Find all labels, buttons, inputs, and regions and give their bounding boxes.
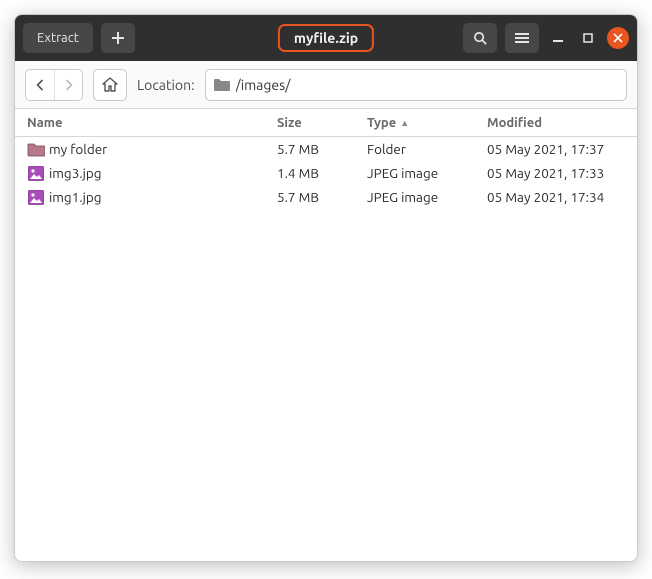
- file-size: 5.7 MB: [277, 141, 367, 157]
- file-size: 1.4 MB: [277, 165, 367, 181]
- close-button[interactable]: [607, 27, 629, 49]
- minimize-button[interactable]: [547, 27, 569, 49]
- column-header-modified[interactable]: Modified: [487, 116, 625, 130]
- sort-asc-icon: ▲: [400, 118, 409, 128]
- location-label: Location:: [137, 77, 195, 93]
- extract-button[interactable]: Extract: [23, 23, 93, 53]
- folder-icon: [27, 141, 45, 157]
- forward-button[interactable]: [54, 70, 82, 100]
- file-type: JPEG image: [367, 189, 487, 205]
- column-header-name[interactable]: Name: [27, 116, 277, 130]
- column-headers: Name Size Type ▲ Modified: [15, 109, 637, 137]
- file-modified: 05 May 2021, 17:34: [487, 189, 625, 205]
- maximize-button[interactable]: [577, 27, 599, 49]
- nav-group: [25, 69, 83, 101]
- home-icon: [102, 77, 118, 92]
- file-size: 5.7 MB: [277, 189, 367, 205]
- back-button[interactable]: [26, 70, 54, 100]
- window-title: myfile.zip: [278, 24, 374, 52]
- file-name: img3.jpg: [49, 165, 102, 181]
- table-row[interactable]: img1.jpg 5.7 MBJPEG image05 May 2021, 17:…: [15, 185, 637, 209]
- plus-icon: [111, 31, 125, 45]
- search-icon: [473, 31, 488, 46]
- search-button[interactable]: [463, 23, 497, 53]
- file-modified: 05 May 2021, 17:37: [487, 141, 625, 157]
- toolbar: Location:: [15, 61, 637, 109]
- window-title-wrap: myfile.zip: [278, 24, 374, 52]
- column-header-type-label: Type: [367, 116, 396, 130]
- file-type: JPEG image: [367, 165, 487, 181]
- file-list: my folder5.7 MBFolder05 May 2021, 17:37i…: [15, 137, 637, 561]
- column-header-size[interactable]: Size: [277, 116, 367, 130]
- chevron-right-icon: [64, 79, 73, 91]
- maximize-icon: [583, 33, 593, 43]
- hamburger-icon: [515, 31, 529, 45]
- archive-manager-window: Extract myfile.zip: [14, 14, 638, 562]
- folder-icon: [214, 78, 230, 91]
- titlebar: Extract myfile.zip: [15, 15, 637, 61]
- close-icon: [613, 33, 623, 43]
- menu-button[interactable]: [505, 23, 539, 53]
- table-row[interactable]: my folder 5.7 MBFolder05 May 2021, 17:37: [15, 137, 637, 161]
- location-input[interactable]: [236, 77, 618, 93]
- image-icon: [27, 165, 45, 181]
- file-name: img1.jpg: [49, 189, 102, 205]
- home-button[interactable]: [93, 69, 127, 101]
- location-field[interactable]: [205, 69, 627, 101]
- table-row[interactable]: img3.jpg 1.4 MBJPEG image05 May 2021, 17:…: [15, 161, 637, 185]
- minimize-icon: [553, 33, 563, 43]
- file-name: my folder: [49, 141, 107, 157]
- image-icon: [27, 189, 45, 205]
- file-modified: 05 May 2021, 17:33: [487, 165, 625, 181]
- file-type: Folder: [367, 141, 487, 157]
- column-header-type[interactable]: Type ▲: [367, 116, 487, 130]
- chevron-left-icon: [36, 79, 45, 91]
- new-tab-button[interactable]: [101, 23, 135, 53]
